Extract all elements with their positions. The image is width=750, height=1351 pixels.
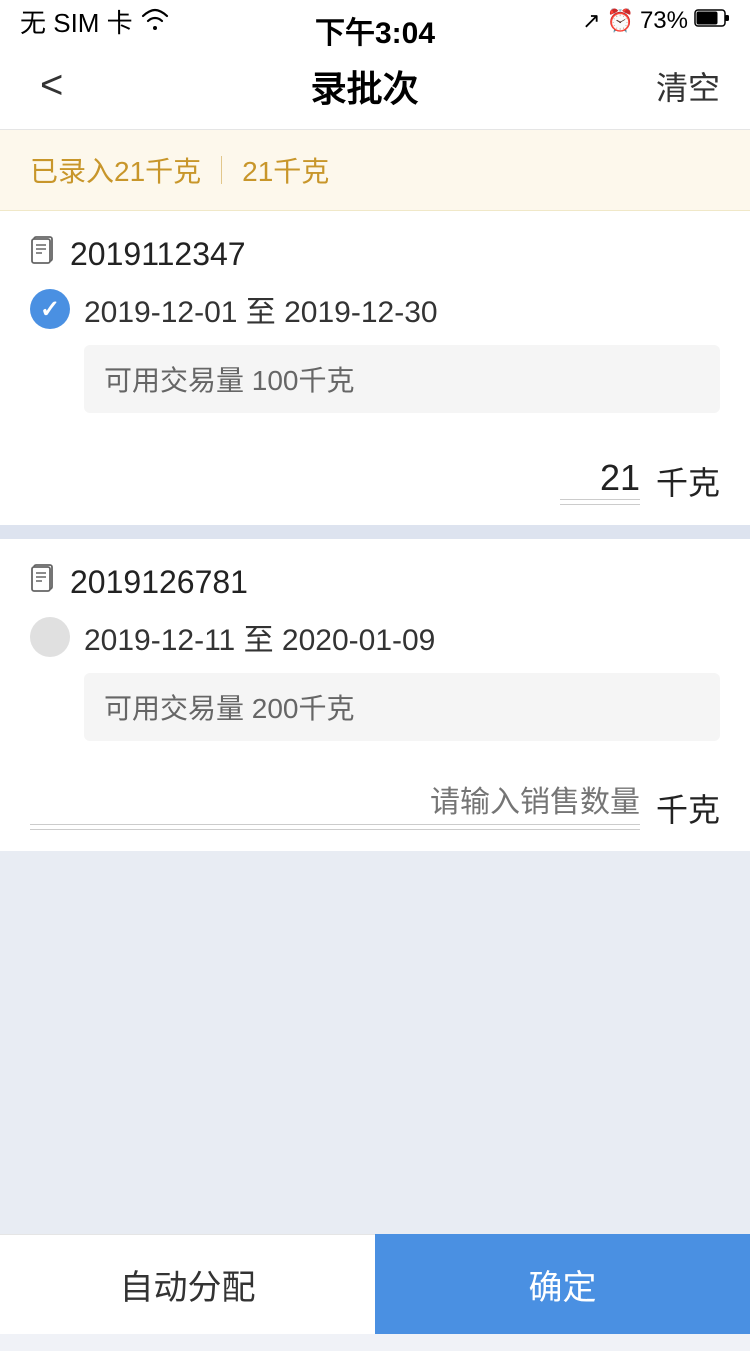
- gray-area: [0, 851, 750, 1251]
- info-recorded-label: 已录入21千克: [30, 150, 201, 190]
- amount-input-1[interactable]: [560, 457, 640, 500]
- carrier-text: 无 SIM 卡: [20, 3, 133, 40]
- alarm-icon: ⏰: [607, 8, 634, 34]
- sales-input-2[interactable]: [30, 786, 640, 825]
- clear-button[interactable]: 清空: [656, 63, 720, 109]
- auto-distribute-button[interactable]: 自动分配: [0, 1234, 375, 1334]
- batch-header-2: 2019126781: [30, 563, 720, 601]
- status-right: ↗ ⏰ 73%: [582, 7, 730, 35]
- nav-bar: < 录批次 清空: [0, 42, 750, 130]
- batch-number-2: 2019126781: [70, 564, 248, 601]
- batch-doc-icon-1: [30, 235, 60, 273]
- battery-percent: 73%: [640, 7, 688, 35]
- input-unit-2: 千克: [656, 785, 720, 831]
- location-icon: ↗: [582, 8, 600, 34]
- battery-icon: [694, 7, 730, 35]
- batch-date-row-2[interactable]: 2019-12-11 至 2020-01-09: [30, 615, 720, 659]
- amount-unit-1: 千克: [656, 458, 720, 504]
- info-value: 21千克: [242, 150, 329, 190]
- batch-separator: [0, 525, 750, 539]
- wifi-icon: [141, 6, 169, 37]
- check-mark-1: ✓: [40, 295, 60, 324]
- bottom-bar: 自动分配 确定: [0, 1234, 750, 1334]
- batch-item-1: 2019112347 ✓ 2019-12-01 至 2019-12-30 可用交…: [0, 211, 750, 437]
- info-banner: 已录入21千克 21千克: [0, 130, 750, 211]
- batch-date-row-1[interactable]: ✓ 2019-12-01 至 2019-12-30: [30, 287, 720, 331]
- confirm-button[interactable]: 确定: [375, 1234, 750, 1334]
- input-wrapper-2[interactable]: [30, 786, 640, 830]
- status-time: 下午3:04: [315, 8, 435, 52]
- batch-capacity-2: 可用交易量 200千克: [84, 673, 720, 741]
- info-divider: [221, 156, 222, 184]
- batch-checkbox-1[interactable]: ✓: [30, 289, 70, 329]
- batch-number-1: 2019112347: [70, 236, 246, 273]
- status-left: 无 SIM 卡: [20, 3, 169, 40]
- batch-checkbox-2[interactable]: [30, 617, 70, 657]
- batch-item-2: 2019126781 2019-12-11 至 2020-01-09 可用交易量…: [0, 539, 750, 765]
- batch-date-1: 2019-12-01 至 2019-12-30: [84, 287, 438, 331]
- amount-input-wrapper-1[interactable]: [560, 457, 640, 505]
- batch-header-1: 2019112347: [30, 235, 720, 273]
- back-button[interactable]: <: [30, 53, 73, 118]
- status-bar: 无 SIM 卡 下午3:04 ↗ ⏰ 73%: [0, 0, 750, 42]
- batch-date-2: 2019-12-11 至 2020-01-09: [84, 615, 435, 659]
- batch-doc-icon-2: [30, 563, 60, 601]
- input-row-2: 千克: [0, 765, 750, 851]
- page-title: 录批次: [311, 60, 419, 112]
- amount-row-1: 千克: [0, 437, 750, 525]
- batch-capacity-1: 可用交易量 100千克: [84, 345, 720, 413]
